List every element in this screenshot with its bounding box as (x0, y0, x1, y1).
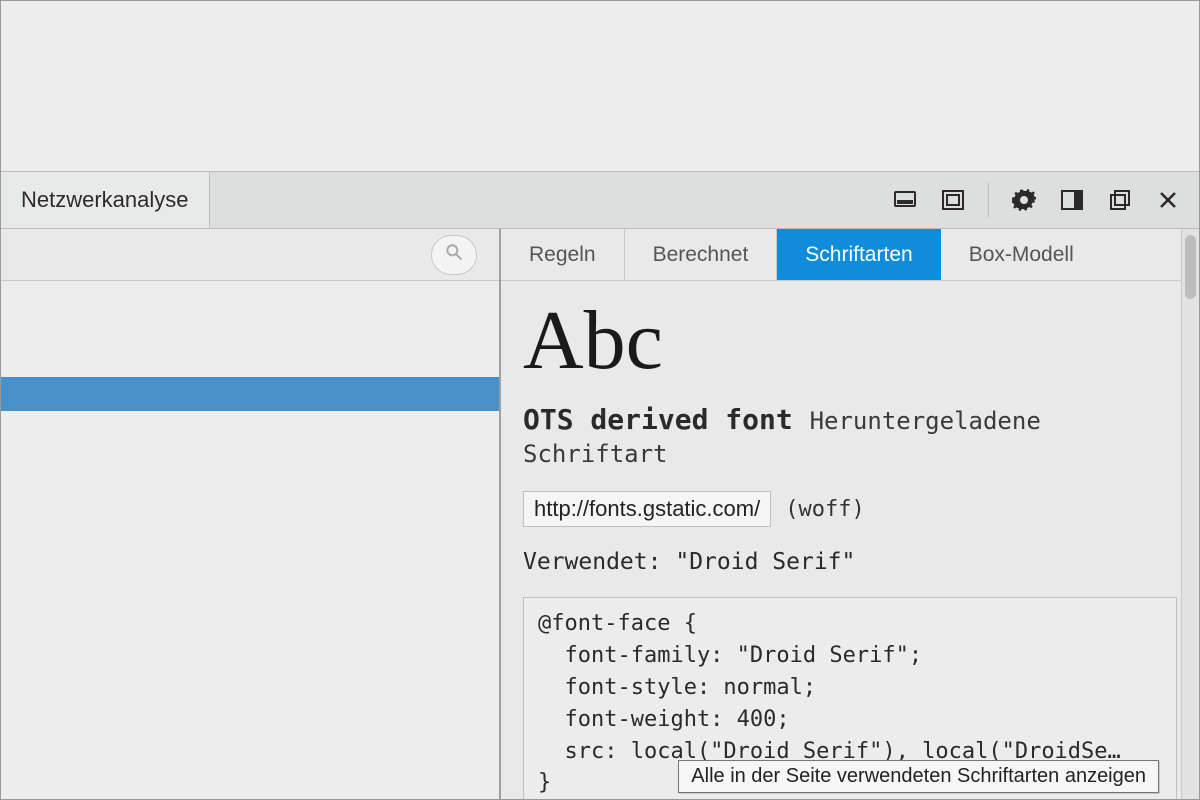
main-split: Regeln Berechnet Schriftarten Box-Modell… (1, 229, 1199, 799)
font-used-row: Verwendet: "Droid Serif" (523, 549, 1177, 575)
sidebar-scrollbar[interactable] (1181, 229, 1199, 799)
toolbar-tab-network[interactable]: Netzwerkanalyse (1, 172, 210, 228)
selected-node-highlight[interactable] (1, 377, 499, 411)
css-line: font-family: "Droid Serif"; (538, 643, 922, 668)
css-line: font-weight: 400; (538, 707, 790, 732)
font-format: (woff) (785, 497, 864, 522)
font-url-row: http://fonts.gstatic.com/ (woff) (523, 491, 1177, 527)
close-icon[interactable] (1155, 187, 1181, 213)
font-used-value: "Droid Serif" (675, 549, 855, 575)
font-url[interactable]: http://fonts.gstatic.com/ (523, 491, 771, 527)
font-sample-text: Abc (523, 299, 1177, 383)
css-line: font-style: normal; (538, 675, 816, 700)
gear-icon[interactable] (1011, 187, 1037, 213)
tab-rules[interactable]: Regeln (501, 229, 625, 280)
tab-box-model[interactable]: Box-Modell (941, 229, 1102, 280)
responsive-design-icon[interactable] (940, 187, 966, 213)
markup-tree-area[interactable] (1, 281, 499, 799)
markup-pane (1, 229, 501, 799)
console-icon[interactable] (892, 187, 918, 213)
show-all-fonts-button[interactable]: Alle in der Seite verwendeten Schriftart… (678, 760, 1159, 793)
tab-fonts[interactable]: Schriftarten (777, 229, 940, 280)
page-viewport-blank (1, 1, 1199, 171)
devtools-toolbar: Netzwerkanalyse (1, 171, 1199, 229)
markup-search-row (1, 229, 499, 281)
font-title-row: OTS derived font Heruntergeladene Schrif… (523, 403, 1177, 469)
font-name: OTS derived font (523, 403, 793, 436)
dock-side-icon[interactable] (1059, 187, 1085, 213)
search-input[interactable] (431, 235, 477, 275)
css-line: @font-face { (538, 611, 697, 636)
toolbar-separator (988, 183, 989, 217)
sidebar-tabs: Regeln Berechnet Schriftarten Box-Modell (501, 229, 1199, 281)
scrollbar-thumb[interactable] (1185, 235, 1196, 299)
fonts-panel: Abc OTS derived font Heruntergeladene Sc… (501, 281, 1199, 799)
undock-icon[interactable] (1107, 187, 1133, 213)
toolbar-icon-group (874, 172, 1199, 228)
font-used-label: Verwendet: (523, 549, 661, 575)
tab-computed[interactable]: Berechnet (625, 229, 778, 280)
toolbar-spacer (210, 172, 874, 228)
sidebar-pane: Regeln Berechnet Schriftarten Box-Modell… (501, 229, 1199, 799)
search-icon (444, 242, 464, 267)
css-line: } (538, 770, 551, 795)
